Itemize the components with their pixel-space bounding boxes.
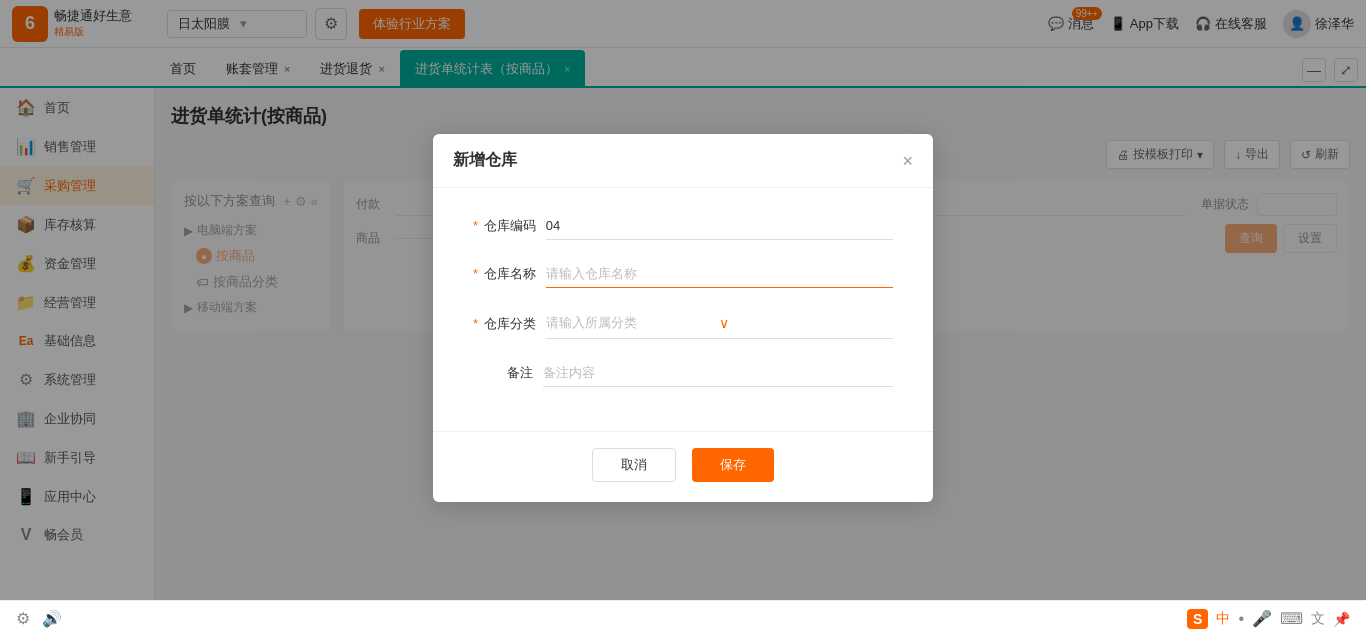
code-label: * 仓库编码 [473, 217, 546, 235]
dialog-close-button[interactable]: × [902, 152, 913, 170]
category-required-star: * [473, 316, 478, 331]
form-row-name: * 仓库名称 [473, 260, 893, 288]
name-input[interactable] [546, 260, 893, 288]
remark-label: 备注 [473, 364, 543, 382]
bottom-left: ⚙ 🔊 [16, 609, 62, 628]
bottom-right: S 中 • 🎤 ⌨ 文 📌 [1187, 609, 1350, 629]
save-button[interactable]: 保存 [692, 448, 774, 482]
form-row-category: * 仓库分类 请输入所属分类 ∨ [473, 308, 893, 339]
form-row-remark: 备注 [473, 359, 893, 387]
remark-input[interactable] [543, 359, 893, 387]
zhong-icon: 中 [1216, 610, 1230, 628]
dialog-title: 新增仓库 [453, 150, 517, 171]
dialog-body: * 仓库编码 * 仓库名称 * 仓库分类 请输入所属 [433, 188, 933, 431]
mic-icon[interactable]: 🎤 [1252, 609, 1272, 628]
new-warehouse-dialog: 新增仓库 × * 仓库编码 * 仓库名称 [433, 134, 933, 502]
pin-icon[interactable]: 📌 [1333, 611, 1350, 627]
code-required-star: * [473, 218, 478, 233]
dialog-header: 新增仓库 × [433, 134, 933, 188]
dialog-footer: 取消 保存 [433, 431, 933, 502]
form-row-code: * 仓库编码 [473, 212, 893, 240]
category-label: * 仓库分类 [473, 315, 546, 333]
name-label: * 仓库名称 [473, 265, 546, 283]
cancel-button[interactable]: 取消 [592, 448, 676, 482]
dot-icon: • [1238, 610, 1244, 628]
language-icon[interactable]: 文 [1311, 610, 1325, 628]
s-brand-badge: S [1187, 609, 1208, 629]
category-select[interactable]: 请输入所属分类 ∨ [546, 308, 893, 339]
code-input[interactable] [546, 212, 893, 240]
modal-overlay: 新增仓库 × * 仓库编码 * 仓库名称 [0, 0, 1366, 636]
category-dropdown-arrow: ∨ [719, 315, 893, 331]
name-required-star: * [473, 266, 478, 281]
sound-bottom-icon[interactable]: 🔊 [42, 609, 62, 628]
category-placeholder: 请输入所属分类 [546, 314, 720, 332]
settings-bottom-icon[interactable]: ⚙ [16, 609, 30, 628]
keyboard-icon[interactable]: ⌨ [1280, 609, 1303, 628]
